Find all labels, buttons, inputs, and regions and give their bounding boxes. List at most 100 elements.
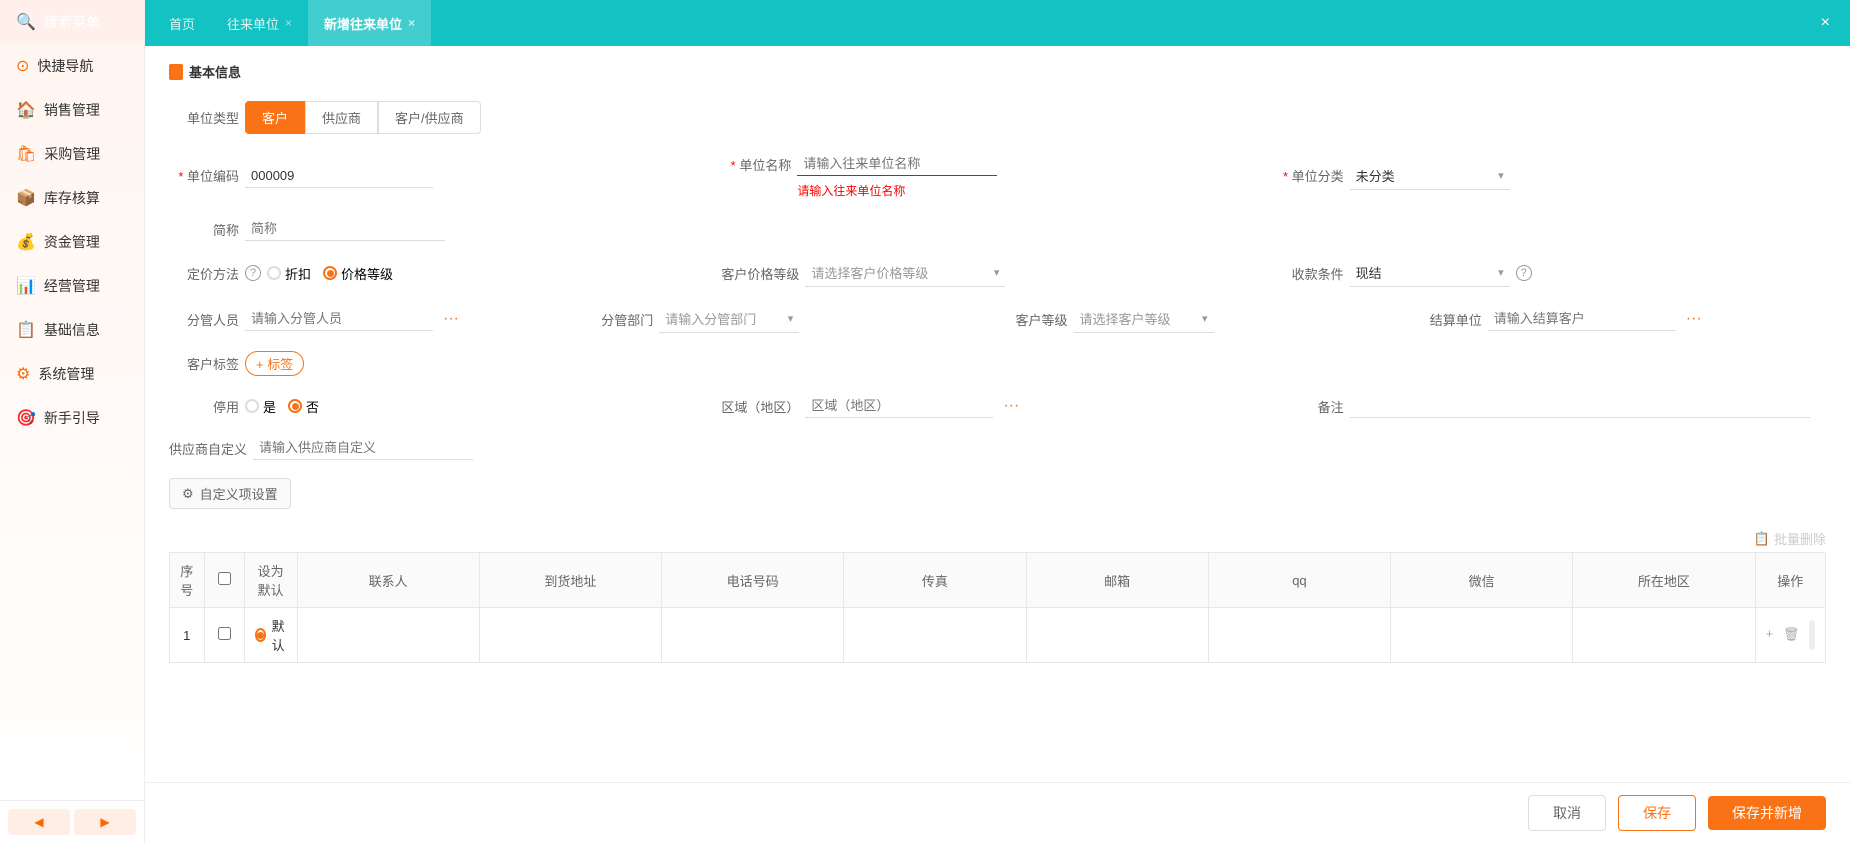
- customer-price-level-label: 客户价格等级: [721, 264, 799, 283]
- table-header-row: 序号 设为默认 联系人 到货地址 电话号码 传真 邮箱 qq 微信 所在地区 操…: [170, 553, 1826, 608]
- sidebar-item-label: 资金管理: [44, 232, 100, 252]
- tab-partners-close[interactable]: ×: [285, 16, 292, 30]
- unit-type-supplier-btn[interactable]: 供应商: [305, 101, 378, 134]
- save-and-new-button[interactable]: 保存并新增: [1708, 796, 1826, 830]
- disabled-radio-group: 是 否: [245, 397, 319, 416]
- customer-level-select[interactable]: 请选择客户等级 ▾: [1074, 305, 1214, 333]
- sidebar-item-system[interactable]: ⚙ 系统管理: [0, 352, 144, 396]
- row-fax[interactable]: [844, 608, 1026, 663]
- disabled-yes-radio: [245, 399, 259, 413]
- row-phone-input[interactable]: [672, 624, 833, 647]
- tab-new-partner-close[interactable]: ×: [408, 16, 415, 30]
- row-region-input[interactable]: [1583, 624, 1744, 647]
- custom-settings-button[interactable]: ⚙ 自定义项设置: [169, 478, 291, 509]
- unit-type-both-btn[interactable]: 客户/供应商: [378, 101, 481, 134]
- window-close-button[interactable]: ×: [1809, 14, 1842, 31]
- row-checkbox[interactable]: [204, 608, 244, 663]
- sidebar-item-basic[interactable]: 📋 基础信息: [0, 308, 144, 352]
- sidebar-bottom: ◀ ▶: [0, 800, 144, 843]
- table-row: 1 默认: [170, 608, 1826, 663]
- sidebar-item-quick[interactable]: ⊙ 快捷导航: [0, 44, 144, 88]
- row-fax-input[interactable]: [854, 624, 1015, 647]
- code-name-category-row: 单位编码 单位名称 请输入往来单位名称 单位分类 未分类 ▾: [169, 152, 1826, 199]
- th-checkbox[interactable]: [204, 553, 244, 608]
- unit-name-input[interactable]: [797, 152, 997, 176]
- manager-input[interactable]: [245, 307, 433, 331]
- chart-icon: 📊: [16, 276, 36, 296]
- sidebar-item-search[interactable]: 🔍 搜索菜单: [0, 0, 144, 44]
- cancel-button[interactable]: 取消: [1528, 795, 1606, 831]
- sidebar-item-finance[interactable]: 💰 资金管理: [0, 220, 144, 264]
- settlement-unit-input[interactable]: [1488, 307, 1676, 331]
- disabled-field: 停用 是 否: [169, 397, 721, 416]
- row-phone[interactable]: [662, 608, 844, 663]
- row-default[interactable]: 默认: [244, 608, 297, 663]
- row-qq[interactable]: [1208, 608, 1390, 663]
- sidebar-item-inventory[interactable]: 📦 库存核算: [0, 176, 144, 220]
- row-default-label: 默认: [270, 616, 287, 654]
- row-region[interactable]: [1573, 608, 1755, 663]
- sidebar-item-label: 系统管理: [38, 364, 94, 384]
- unit-code-input[interactable]: [245, 164, 433, 188]
- unit-type-customer-btn[interactable]: 客户: [245, 101, 305, 134]
- unit-name-error: 请输入往来单位名称: [797, 182, 905, 199]
- select-all-checkbox[interactable]: [218, 572, 231, 585]
- th-fax: 传真: [844, 553, 1026, 608]
- sidebar-item-label: 基础信息: [44, 320, 100, 340]
- row-contact[interactable]: [297, 608, 479, 663]
- customer-price-level-select[interactable]: 请选择客户价格等级 ▾: [805, 259, 1005, 287]
- manager-dots-btn[interactable]: ···: [439, 310, 463, 328]
- row-delete-btn[interactable]: 🗑: [1783, 626, 1800, 641]
- payment-terms-help-icon[interactable]: ?: [1516, 265, 1532, 281]
- row-wechat-input[interactable]: [1401, 624, 1562, 647]
- gear-settings-icon: ⚙: [182, 486, 194, 502]
- bag-icon: 🛍: [16, 144, 36, 164]
- supplier-custom-input[interactable]: [253, 436, 473, 460]
- sidebar-item-purchase[interactable]: 🛍 采购管理: [0, 132, 144, 176]
- row-address[interactable]: [479, 608, 661, 663]
- unit-category-select[interactable]: 未分类 ▾: [1350, 162, 1510, 190]
- row-qq-input[interactable]: [1219, 624, 1380, 647]
- th-action: 操作: [1755, 553, 1825, 608]
- row-default-radio-option[interactable]: 默认: [255, 616, 287, 654]
- region-input[interactable]: [805, 394, 993, 418]
- remark-input[interactable]: [1350, 394, 1810, 418]
- pricing-discount-option[interactable]: 折扣: [267, 264, 311, 283]
- sidebar-item-guide[interactable]: 🎯 新手引导: [0, 396, 144, 440]
- batch-delete-icon: 📋: [1754, 531, 1770, 547]
- disabled-no-radio: [288, 399, 302, 413]
- sidebar-collapse-right[interactable]: ▶: [74, 809, 136, 835]
- row-select-checkbox[interactable]: [218, 627, 231, 640]
- row-wechat[interactable]: [1391, 608, 1573, 663]
- disabled-yes-label: 是: [263, 397, 276, 416]
- row-email[interactable]: [1026, 608, 1208, 663]
- sidebar-item-business[interactable]: 📊 经营管理: [0, 264, 144, 308]
- department-select[interactable]: 请输入分管部门 ▾: [659, 305, 799, 333]
- tab-partners[interactable]: 往来单位 ×: [211, 0, 308, 46]
- disabled-yes-option[interactable]: 是: [245, 397, 276, 416]
- row-email-input[interactable]: [1037, 624, 1198, 647]
- row-address-input[interactable]: [490, 624, 651, 647]
- tab-new-partner[interactable]: 新增往来单位 ×: [308, 0, 431, 46]
- unit-category-arrow: ▾: [1498, 169, 1504, 182]
- quick-icon: ⊙: [16, 56, 29, 76]
- tab-home-label: 首页: [169, 14, 195, 33]
- disabled-no-option[interactable]: 否: [288, 397, 319, 416]
- pricing-help-icon[interactable]: ?: [245, 265, 261, 281]
- row-add-btn[interactable]: +: [1766, 626, 1774, 641]
- region-dots-btn[interactable]: ···: [999, 397, 1023, 415]
- department-label: 分管部门: [583, 310, 653, 329]
- add-tag-button[interactable]: + 标签: [245, 351, 304, 376]
- shortname-input[interactable]: [245, 217, 445, 241]
- sidebar-collapse-left[interactable]: ◀: [8, 809, 70, 835]
- money-icon: 💰: [16, 232, 36, 252]
- batch-delete-label[interactable]: 批量删除: [1774, 529, 1826, 548]
- settlement-unit-dots-btn[interactable]: ···: [1682, 310, 1706, 328]
- sidebar-item-sales[interactable]: 🏠 销售管理: [0, 88, 144, 132]
- row-contact-input[interactable]: [308, 624, 469, 647]
- save-button[interactable]: 保存: [1618, 795, 1696, 831]
- custom-settings-label: 自定义项设置: [200, 484, 278, 503]
- pricing-pricelevel-option[interactable]: 价格等级: [323, 264, 393, 283]
- tab-home[interactable]: 首页: [153, 0, 211, 46]
- payment-terms-select[interactable]: 现结 ▾: [1350, 259, 1510, 287]
